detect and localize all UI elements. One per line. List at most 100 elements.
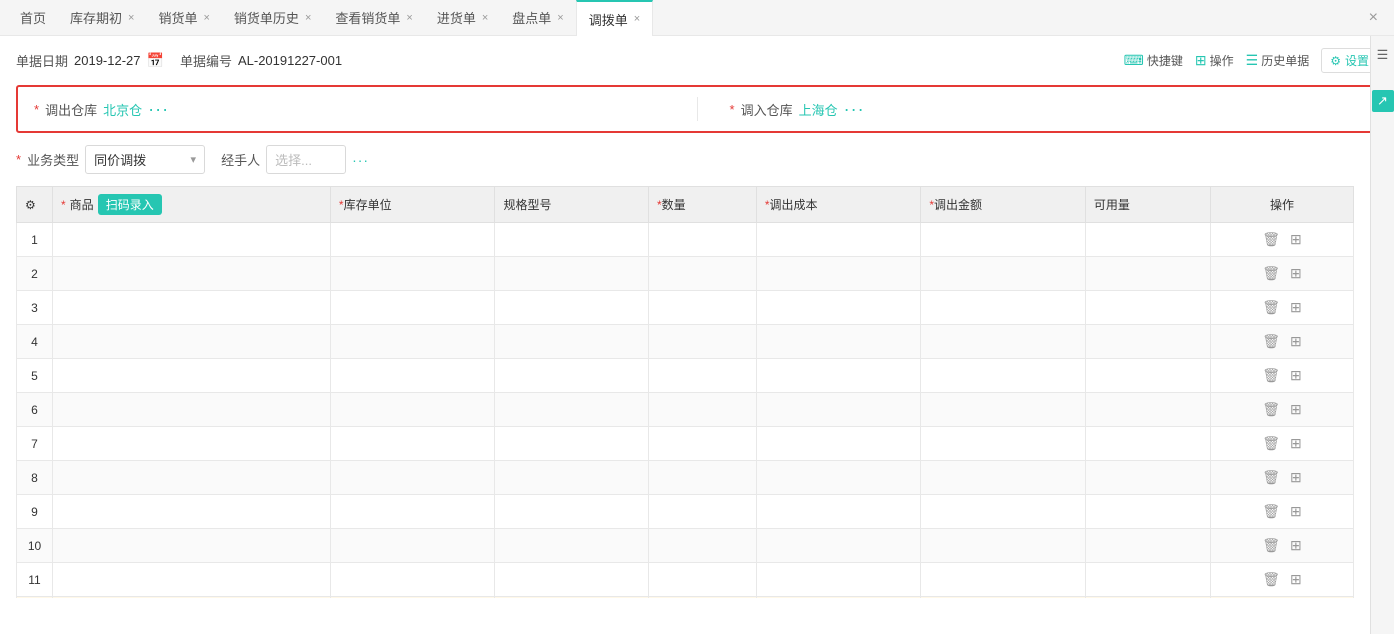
goods-cell[interactable] [53,563,331,597]
goods-cell[interactable] [53,393,331,427]
close-icon[interactable]: × [634,13,640,25]
unit-cell[interactable] [330,529,495,563]
spec-cell[interactable] [495,223,649,257]
qty-cell[interactable] [648,393,756,427]
cost-cell[interactable] [756,359,921,393]
qty-cell[interactable] [648,461,756,495]
cost-cell[interactable] [756,529,921,563]
cost-cell[interactable] [756,257,921,291]
amount-cell[interactable] [921,223,1086,257]
copy-button[interactable]: ⊞ [1288,569,1304,590]
unit-cell[interactable] [330,359,495,393]
qty-cell[interactable] [648,495,756,529]
spec-cell[interactable] [495,563,649,597]
close-icon[interactable]: × [482,12,488,24]
amount-cell[interactable] [921,427,1086,461]
cost-cell[interactable] [756,495,921,529]
qty-cell[interactable] [648,427,756,461]
out-warehouse-more[interactable]: ··· [148,99,169,120]
amount-cell[interactable] [921,461,1086,495]
delete-button[interactable]: 🗑 [1260,535,1282,556]
spec-cell[interactable] [495,495,649,529]
goods-cell[interactable] [53,529,331,563]
calendar-icon[interactable]: 📅 [147,52,164,69]
sidebar-list-icon[interactable]: ☰ [1372,44,1394,66]
amount-cell[interactable] [921,563,1086,597]
goods-cell[interactable] [53,495,331,529]
shortcut-link[interactable]: ⌨ 快捷键 [1124,52,1183,69]
available-cell[interactable] [1085,257,1210,291]
cost-cell[interactable] [756,393,921,427]
available-cell[interactable] [1085,563,1210,597]
tab-home[interactable]: 首页 [8,0,58,36]
copy-button[interactable]: ⊞ [1288,365,1304,386]
person-select[interactable]: 选择... [266,145,346,174]
copy-button[interactable]: ⊞ [1288,399,1304,420]
close-icon[interactable]: × [128,12,134,24]
unit-cell[interactable] [330,461,495,495]
available-cell[interactable] [1085,325,1210,359]
copy-button[interactable]: ⊞ [1288,263,1304,284]
history-link[interactable]: ☰ 历史单据 [1246,52,1310,69]
goods-cell[interactable] [53,427,331,461]
unit-cell[interactable] [330,291,495,325]
cost-cell[interactable] [756,461,921,495]
cost-cell[interactable] [756,427,921,461]
amount-cell[interactable] [921,495,1086,529]
amount-cell[interactable] [921,529,1086,563]
goods-cell[interactable] [53,291,331,325]
unit-cell[interactable] [330,427,495,461]
delete-button[interactable]: 🗑 [1260,399,1282,420]
unit-cell[interactable] [330,393,495,427]
copy-button[interactable]: ⊞ [1288,535,1304,556]
close-icon[interactable]: × [203,12,209,24]
amount-cell[interactable] [921,291,1086,325]
qty-cell[interactable] [648,223,756,257]
tab-sales-order[interactable]: 销货单 × [146,0,221,36]
available-cell[interactable] [1085,529,1210,563]
spec-cell[interactable] [495,529,649,563]
amount-cell[interactable] [921,257,1086,291]
copy-button[interactable]: ⊞ [1288,433,1304,454]
business-type-select[interactable]: 同价调拨 ▾ [85,145,205,174]
ops-link[interactable]: ⊞ 操作 [1195,52,1234,69]
amount-cell[interactable] [921,325,1086,359]
delete-button[interactable]: 🗑 [1260,467,1282,488]
spec-cell[interactable] [495,393,649,427]
delete-button[interactable]: 🗑 [1260,433,1282,454]
delete-button[interactable]: 🗑 [1260,365,1282,386]
goods-cell[interactable] [53,223,331,257]
copy-button[interactable]: ⊞ [1288,297,1304,318]
delete-button[interactable]: 🗑 [1260,331,1282,352]
amount-cell[interactable] [921,393,1086,427]
available-cell[interactable] [1085,359,1210,393]
available-cell[interactable] [1085,393,1210,427]
cost-cell[interactable] [756,563,921,597]
available-cell[interactable] [1085,427,1210,461]
copy-button[interactable]: ⊞ [1288,501,1304,522]
qty-cell[interactable] [648,529,756,563]
unit-cell[interactable] [330,563,495,597]
spec-cell[interactable] [495,359,649,393]
goods-cell[interactable] [53,257,331,291]
qty-cell[interactable] [648,325,756,359]
in-warehouse-more[interactable]: ··· [844,99,865,120]
cost-cell[interactable] [756,325,921,359]
spec-cell[interactable] [495,257,649,291]
goods-cell[interactable] [53,325,331,359]
qty-cell[interactable] [648,563,756,597]
scan-button[interactable]: 扫码录入 [98,194,162,215]
available-cell[interactable] [1085,291,1210,325]
tab-sales-history[interactable]: 销货单历史 × [222,0,323,36]
copy-button[interactable]: ⊞ [1288,331,1304,352]
cost-cell[interactable] [756,223,921,257]
copy-button[interactable]: ⊞ [1288,229,1304,250]
unit-cell[interactable] [330,223,495,257]
person-more[interactable]: ··· [352,152,369,168]
settings-column-header[interactable]: ⚙ [17,187,53,223]
spec-cell[interactable] [495,291,649,325]
tab-purchase[interactable]: 进货单 × [425,0,500,36]
close-icon[interactable]: × [305,12,311,24]
unit-cell[interactable] [330,495,495,529]
unit-cell[interactable] [330,257,495,291]
